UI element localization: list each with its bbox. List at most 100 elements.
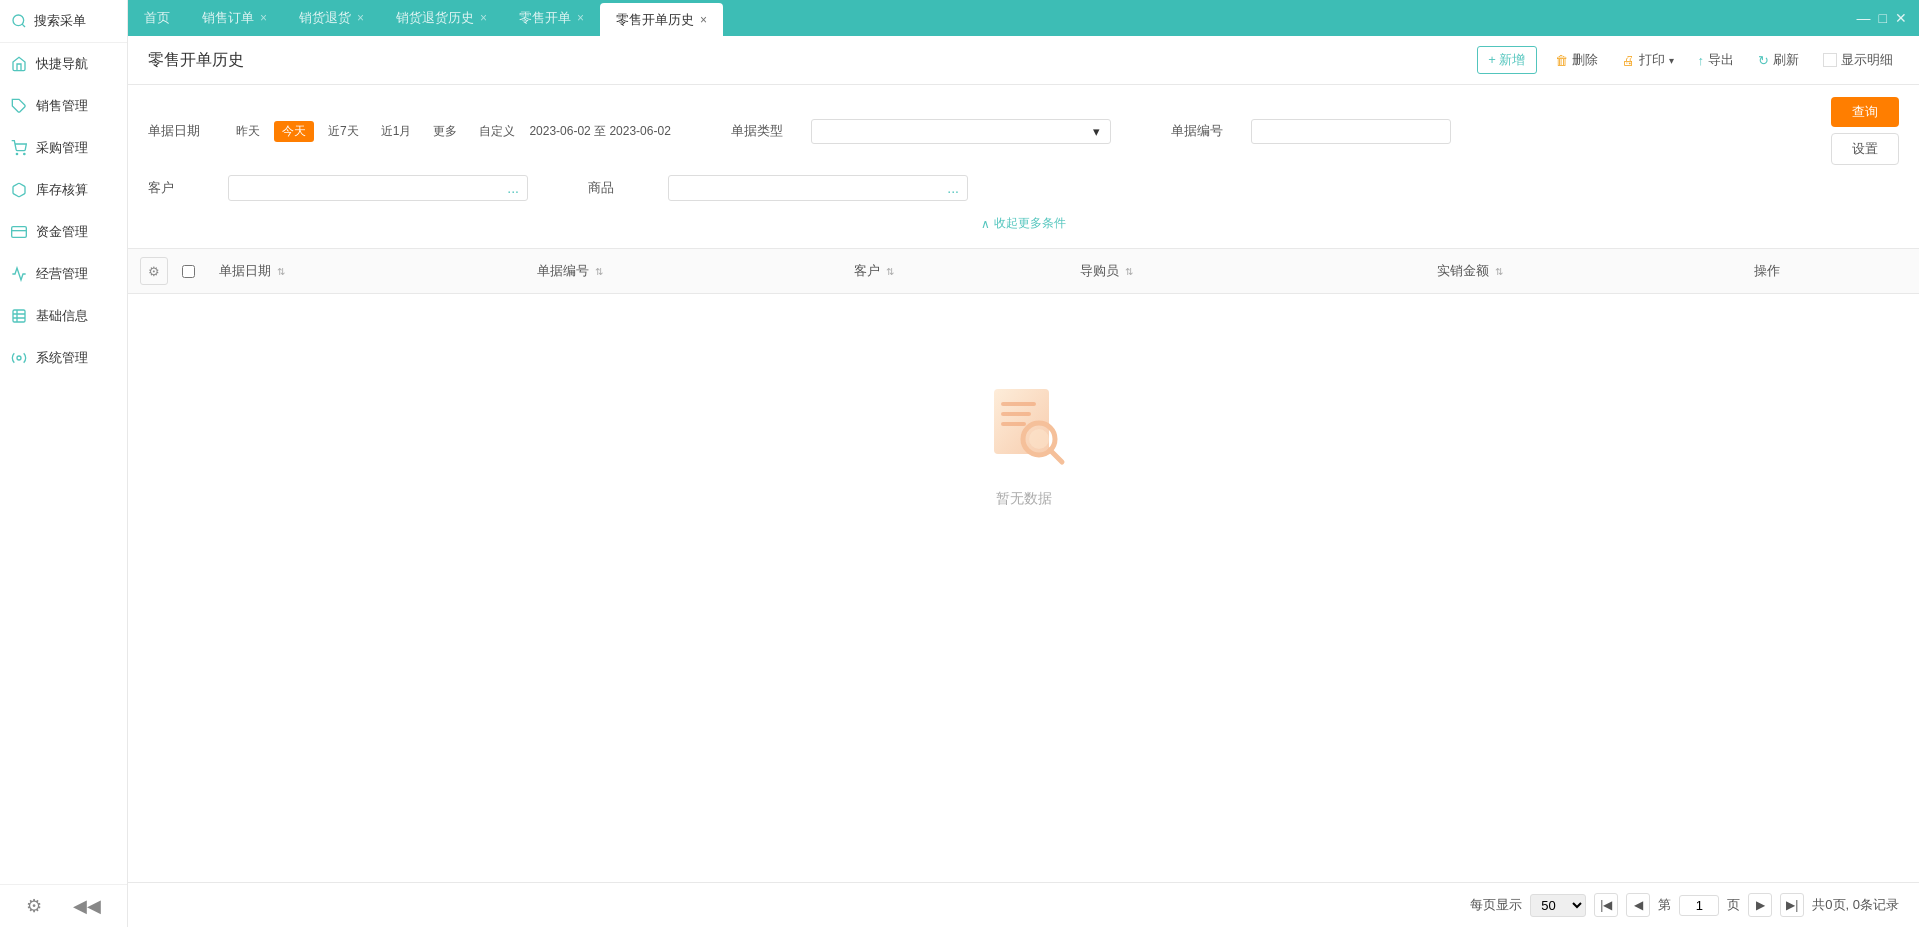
sidebar-item-sales-mgmt[interactable]: 销售管理 — [0, 85, 127, 127]
tab-home[interactable]: 首页 — [128, 0, 186, 36]
add-button[interactable]: + 新增 — [1477, 46, 1536, 74]
sidebar-search[interactable]: 搜索采单 — [0, 0, 127, 43]
date-btn-yesterday[interactable]: 昨天 — [228, 121, 268, 142]
sidebar-item-inventory-label: 库存核算 — [36, 181, 88, 199]
delete-button[interactable]: 🗑 删除 — [1549, 47, 1604, 73]
page-label: 第 — [1658, 896, 1671, 914]
print-button[interactable]: 🖨 打印 ▾ — [1616, 47, 1680, 73]
tab-retail-open[interactable]: 零售开单 × — [503, 0, 600, 36]
date-filter-label: 单据日期 — [148, 122, 208, 140]
col-header-amount: 实销金额 ⇅ — [1425, 249, 1743, 294]
sidebar-item-finance[interactable]: 资金管理 — [0, 211, 127, 253]
tab-sales-return-history-close[interactable]: × — [480, 11, 487, 25]
sort-amount-icon[interactable]: ⇅ — [1495, 266, 1503, 277]
first-page-button[interactable]: |◀ — [1594, 893, 1618, 917]
date-btn-last7[interactable]: 近7天 — [320, 121, 367, 142]
sidebar-item-inventory[interactable]: 库存核算 — [0, 169, 127, 211]
sidebar: 搜索采单 快捷导航 销售管理 采购管理 库存核算 资金管理 经营管理 — [0, 0, 128, 927]
collapse-button[interactable]: ∧ 收起更多条件 — [981, 211, 1066, 236]
export-button[interactable]: ↑ 导出 — [1692, 47, 1741, 73]
filter-area: 单据日期 昨天 今天 近7天 近1月 更多 自定义 2023-06-02 至 2… — [128, 85, 1919, 249]
refresh-icon: ↻ — [1758, 53, 1769, 68]
tab-sales-order-close[interactable]: × — [260, 11, 267, 25]
delete-button-label: 删除 — [1572, 51, 1598, 69]
print-icon: 🖨 — [1622, 53, 1635, 68]
tab-bar-right: — □ ✕ — [1857, 10, 1919, 26]
date-btn-custom[interactable]: 自定义 — [471, 121, 523, 142]
collapse-sidebar-icon[interactable]: ◀◀ — [73, 895, 101, 917]
sidebar-item-purchase-mgmt[interactable]: 采购管理 — [0, 127, 127, 169]
tab-sales-return-history[interactable]: 销货退货历史 × — [380, 0, 503, 36]
tab-sales-return-history-label: 销货退货历史 — [396, 9, 474, 27]
date-btn-today[interactable]: 今天 — [274, 121, 314, 142]
window-close-icon[interactable]: ✕ — [1895, 10, 1907, 26]
data-table: ⚙ 单据日期 ⇅ 单据编号 ⇅ — [128, 249, 1919, 294]
settings-icon — [10, 349, 28, 367]
sidebar-item-operations-label: 经营管理 — [36, 265, 88, 283]
svg-rect-11 — [1001, 422, 1026, 426]
col-date-label: 单据日期 — [219, 262, 271, 280]
sidebar-item-finance-label: 资金管理 — [36, 223, 88, 241]
sidebar-item-system-label: 系统管理 — [36, 349, 88, 367]
column-settings-button[interactable]: ⚙ — [140, 257, 168, 285]
doc-type-select[interactable]: ▾ — [811, 119, 1111, 144]
display-detail-button[interactable]: 显示明细 — [1817, 47, 1899, 73]
print-button-label: 打印 — [1639, 51, 1665, 69]
refresh-button[interactable]: ↻ 刷新 — [1752, 47, 1805, 73]
chevron-up-icon: ∧ — [981, 217, 990, 231]
date-btn-last1month[interactable]: 近1月 — [373, 121, 420, 142]
empty-state: 暂无数据 — [128, 294, 1919, 588]
next-page-button[interactable]: ▶ — [1748, 893, 1772, 917]
customer-ellipsis[interactable]: ... — [507, 180, 519, 196]
sidebar-item-operations[interactable]: 经营管理 — [0, 253, 127, 295]
sidebar-item-system[interactable]: 系统管理 — [0, 337, 127, 379]
sort-salesperson-icon[interactable]: ⇅ — [1125, 266, 1133, 277]
tab-sales-return[interactable]: 销货退货 × — [283, 0, 380, 36]
refresh-button-label: 刷新 — [1773, 51, 1799, 69]
date-btn-more[interactable]: 更多 — [425, 121, 465, 142]
sort-date-icon[interactable]: ⇅ — [277, 266, 285, 277]
tab-retail-open-history[interactable]: 零售开单历史 × — [600, 3, 723, 36]
col-header-salesperson: 导购员 ⇅ — [1068, 249, 1340, 294]
select-all-checkbox[interactable] — [182, 265, 195, 278]
doc-no-input[interactable] — [1251, 119, 1451, 144]
tab-retail-open-close[interactable]: × — [577, 11, 584, 25]
tab-sales-return-close[interactable]: × — [357, 11, 364, 25]
search-icon — [10, 12, 28, 30]
last-page-button[interactable]: ▶| — [1780, 893, 1804, 917]
page-number-input[interactable]: 1 — [1679, 895, 1719, 916]
filter-row-1: 单据日期 昨天 今天 近7天 近1月 更多 自定义 2023-06-02 至 2… — [148, 97, 1899, 165]
svg-point-0 — [13, 15, 24, 26]
svg-rect-9 — [1001, 402, 1036, 406]
col-amount-label: 实销金额 — [1437, 262, 1489, 280]
goods-ellipsis[interactable]: ... — [947, 180, 959, 196]
svg-rect-6 — [13, 310, 25, 322]
settings-button[interactable]: 设置 — [1831, 133, 1899, 165]
tag-icon — [10, 97, 28, 115]
tab-sales-return-label: 销货退货 — [299, 9, 351, 27]
sidebar-item-basic-info[interactable]: 基础信息 — [0, 295, 127, 337]
prev-page-button[interactable]: ◀ — [1626, 893, 1650, 917]
delete-icon: 🗑 — [1555, 53, 1568, 68]
sort-no-icon[interactable]: ⇅ — [595, 266, 603, 277]
gear-icon[interactable]: ⚙ — [26, 895, 42, 917]
svg-point-14 — [1029, 429, 1049, 449]
window-maximize-icon[interactable]: □ — [1879, 10, 1887, 26]
col-no-label: 单据编号 — [537, 262, 589, 280]
per-page-label: 每页显示 — [1470, 896, 1522, 914]
query-button[interactable]: 查询 — [1831, 97, 1899, 127]
col-header-spacer — [1340, 249, 1425, 294]
sidebar-item-sales-mgmt-label: 销售管理 — [36, 97, 88, 115]
sidebar-item-quick-nav[interactable]: 快捷导航 — [0, 43, 127, 85]
tab-sales-order[interactable]: 销售订单 × — [186, 0, 283, 36]
window-minimize-icon[interactable]: — — [1857, 10, 1871, 26]
pagination-summary: 共0页, 0条记录 — [1812, 896, 1899, 914]
tab-retail-open-history-close[interactable]: × — [700, 13, 707, 27]
goods-label: 商品 — [588, 179, 648, 197]
svg-rect-4 — [12, 227, 27, 238]
svg-line-13 — [1050, 450, 1062, 462]
per-page-select[interactable]: 50 100 200 — [1530, 894, 1586, 917]
sort-customer-icon[interactable]: ⇅ — [886, 266, 894, 277]
sidebar-item-quick-nav-label: 快捷导航 — [36, 55, 88, 73]
export-button-label: 导出 — [1708, 51, 1734, 69]
